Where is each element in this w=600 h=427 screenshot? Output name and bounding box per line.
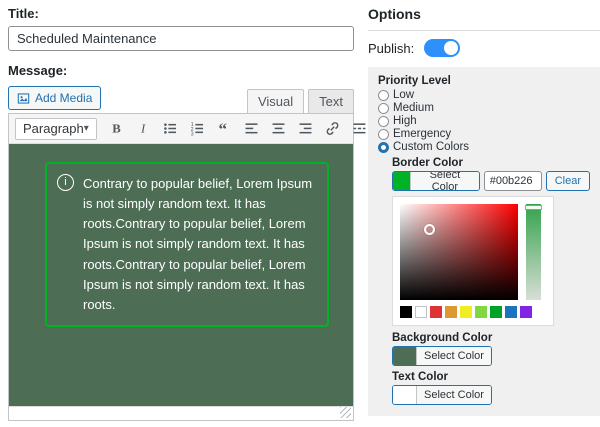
- resize-grip-icon[interactable]: [340, 407, 351, 418]
- add-media-button[interactable]: Add Media: [8, 86, 102, 110]
- palette-swatch[interactable]: [445, 306, 457, 318]
- editor-content[interactable]: i Contrary to popular belief, Lorem Ipsu…: [9, 144, 353, 406]
- border-select-color-label: Select Color: [411, 172, 479, 190]
- palette-swatch[interactable]: [415, 306, 427, 318]
- border-color-row: Select Color Clear: [392, 171, 590, 191]
- radio-icon[interactable]: [378, 115, 389, 127]
- color-picker-main: [400, 204, 546, 300]
- radio-option-high[interactable]: High: [378, 115, 590, 127]
- editor-toolbar: Paragraph ▾ B I 1 2 3 “: [9, 114, 420, 144]
- radio-option-medium[interactable]: Medium: [378, 102, 590, 114]
- radio-option-emergency[interactable]: Emergency: [378, 128, 590, 140]
- background-select-color-button[interactable]: Select Color: [392, 346, 492, 366]
- left-column: Title: Message: Add Media Visual Text Pa…: [0, 0, 420, 427]
- background-select-color-label: Select Color: [417, 347, 491, 365]
- svg-text:I: I: [140, 122, 146, 136]
- text-color-swatch: [393, 386, 417, 404]
- text-select-color-label: Select Color: [417, 386, 491, 404]
- text-color-row: Select Color: [392, 385, 590, 405]
- palette-swatch[interactable]: [520, 306, 532, 318]
- text-color-label: Text Color: [392, 371, 449, 383]
- color-marker-icon[interactable]: [424, 224, 435, 235]
- tab-visual[interactable]: Visual: [246, 89, 305, 113]
- align-right-icon[interactable]: [293, 118, 318, 140]
- border-color-label: Border Color: [392, 157, 463, 169]
- options-panel: Priority Level Low Medium High Emergency Cus…: [368, 67, 600, 416]
- radio-icon[interactable]: [378, 89, 389, 101]
- align-center-icon[interactable]: [266, 118, 291, 140]
- editor-top-bar: Add Media Visual Text: [8, 83, 354, 113]
- toggle-knob-icon: [444, 41, 459, 55]
- publish-row: Publish:: [368, 39, 600, 57]
- radio-icon[interactable]: [378, 141, 389, 153]
- tab-text[interactable]: Text: [308, 89, 354, 113]
- options-column: Options Publish: Priority Level Low Mediu…: [362, 0, 600, 427]
- hue-strip[interactable]: [525, 204, 542, 300]
- priority-label: Priority Level: [378, 75, 451, 87]
- background-color-swatch: [393, 347, 417, 365]
- svg-text:3: 3: [190, 131, 193, 137]
- page: Title: Message: Add Media Visual Text Pa…: [0, 0, 600, 427]
- radio-label: Medium: [393, 102, 434, 114]
- border-color-swatch: [393, 172, 412, 190]
- saturation-square[interactable]: [400, 204, 518, 300]
- numbered-list-icon[interactable]: 123: [185, 118, 210, 140]
- radio-icon[interactable]: [378, 102, 389, 114]
- palette-swatch[interactable]: [475, 306, 487, 318]
- info-icon: i: [57, 174, 74, 191]
- radio-option-low[interactable]: Low: [378, 89, 590, 101]
- radio-label: Low: [393, 89, 415, 101]
- clear-button[interactable]: Clear: [545, 171, 590, 191]
- radio-label: Custom Colors: [393, 141, 470, 153]
- add-media-label: Add Media: [35, 91, 93, 105]
- hue-handle-icon[interactable]: [525, 205, 542, 210]
- palette-swatch[interactable]: [430, 306, 442, 318]
- link-icon[interactable]: [320, 118, 345, 140]
- text-select-color-button[interactable]: Select Color: [392, 385, 492, 405]
- radio-option-custom-colors[interactable]: Custom Colors: [378, 141, 590, 153]
- message-box: i Contrary to popular belief, Lorem Ipsu…: [45, 162, 329, 327]
- bulleted-list-icon[interactable]: [158, 118, 183, 140]
- priority-options: Low Medium High Emergency Custom Colors: [378, 89, 590, 153]
- color-picker: [392, 196, 554, 326]
- title-label: Title:: [8, 6, 39, 21]
- message-label: Message:: [8, 63, 68, 78]
- options-heading: Options: [368, 4, 600, 31]
- background-color-label: Background Color: [392, 332, 493, 344]
- italic-icon[interactable]: I: [131, 118, 156, 140]
- border-select-color-button[interactable]: Select Color: [392, 171, 480, 191]
- palette-swatch[interactable]: [490, 306, 502, 318]
- publish-toggle[interactable]: [424, 39, 461, 57]
- message-text: Contrary to popular belief, Lorem Ipsum …: [83, 176, 313, 312]
- editor: Paragraph ▾ B I 1 2 3 “ i Contrary to popular…: [8, 113, 420, 421]
- bold-icon[interactable]: B: [104, 118, 129, 140]
- radio-label: High: [393, 115, 417, 127]
- border-color-hex-input[interactable]: [483, 171, 542, 191]
- palette-swatch[interactable]: [400, 306, 412, 318]
- svg-text:B: B: [112, 122, 121, 136]
- editor-statusbar: [9, 406, 353, 420]
- publish-label: Publish:: [368, 40, 415, 56]
- align-left-icon[interactable]: [239, 118, 264, 140]
- svg-text:“: “: [218, 120, 227, 137]
- palette-swatch[interactable]: [505, 306, 517, 318]
- icon-heading: Icon: [368, 422, 600, 427]
- blockquote-icon[interactable]: “: [212, 118, 237, 140]
- paragraph-dropdown-label: Paragraph: [23, 121, 84, 136]
- radio-icon[interactable]: [378, 128, 389, 140]
- background-color-row: Select Color: [392, 346, 590, 366]
- title-input[interactable]: [8, 26, 354, 51]
- radio-label: Emergency: [393, 128, 452, 140]
- editor-tabs: Visual Text: [243, 89, 354, 113]
- palette-swatch[interactable]: [460, 306, 472, 318]
- paragraph-dropdown[interactable]: Paragraph ▾: [15, 117, 97, 140]
- add-media-icon: [17, 92, 30, 105]
- chevron-down-icon: ▾: [83, 123, 89, 134]
- custom-colors-block: Border Color Select Color Clear: [392, 157, 590, 405]
- color-palette: [400, 306, 546, 318]
